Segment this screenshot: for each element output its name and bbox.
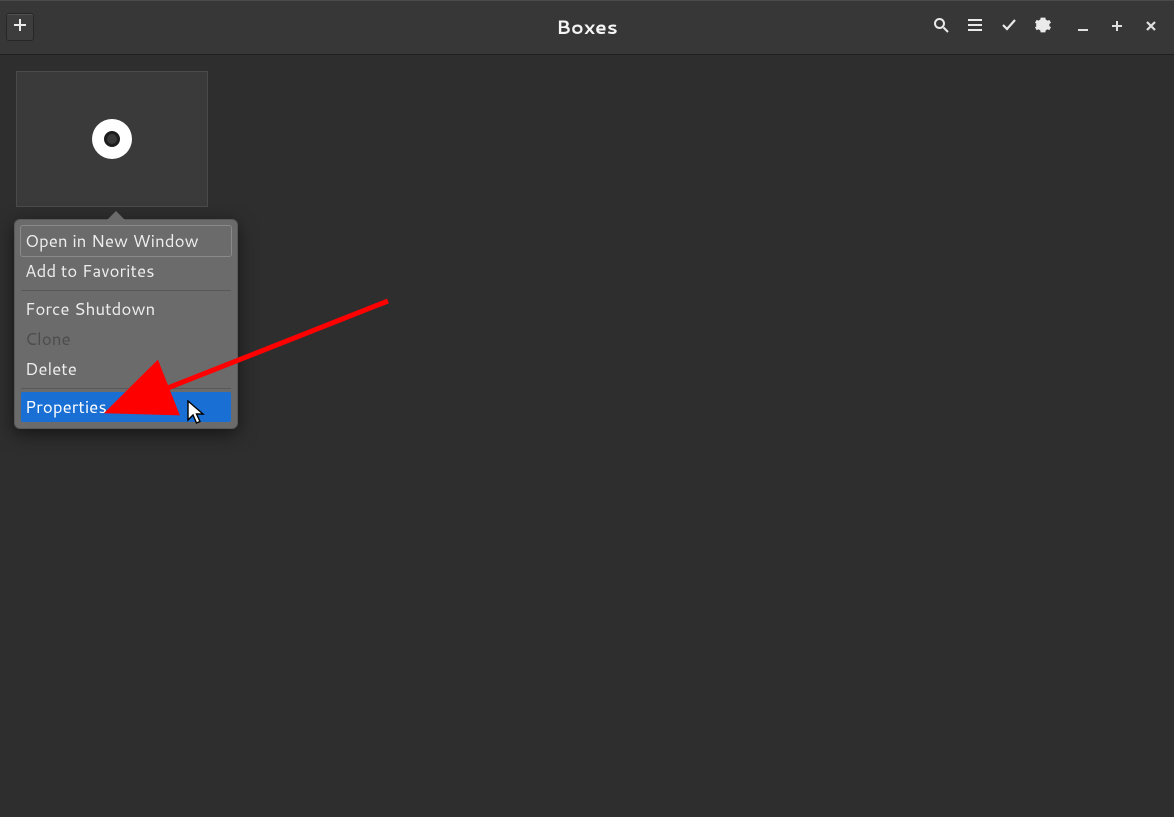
menu-separator — [21, 388, 231, 389]
minimize-button[interactable] — [1066, 10, 1100, 44]
header-left-group — [0, 13, 34, 41]
boxes-content-area: Open in New Window Add to Favorites Forc… — [0, 55, 1174, 817]
window-controls — [1066, 10, 1168, 44]
check-icon — [1001, 16, 1017, 39]
maximize-button[interactable] — [1100, 10, 1134, 44]
vm-thumbnail[interactable] — [16, 71, 208, 207]
minimize-icon — [1076, 16, 1090, 39]
header-right-group — [924, 10, 1174, 44]
close-icon — [1144, 16, 1158, 39]
menu-item-properties[interactable]: Properties — [21, 392, 231, 422]
menu-item-open-new-window[interactable]: Open in New Window — [21, 226, 231, 256]
maximize-icon — [1110, 16, 1124, 39]
menu-item-add-to-favorites[interactable]: Add to Favorites — [21, 256, 231, 286]
menu-item-delete[interactable]: Delete — [21, 354, 231, 384]
menu-icon — [967, 16, 983, 39]
close-button[interactable] — [1134, 10, 1168, 44]
menu-item-force-shutdown[interactable]: Force Shutdown — [21, 294, 231, 324]
list-view-button[interactable] — [958, 10, 992, 44]
context-menu: Open in New Window Add to Favorites Forc… — [14, 219, 238, 429]
settings-button[interactable] — [1026, 10, 1060, 44]
select-button[interactable] — [992, 10, 1026, 44]
plus-icon — [12, 16, 28, 39]
header-bar: Boxes — [0, 0, 1174, 55]
search-icon — [933, 16, 949, 39]
new-button[interactable] — [6, 13, 34, 41]
search-button[interactable] — [924, 10, 958, 44]
disc-icon — [92, 119, 132, 159]
gear-icon — [1035, 16, 1051, 39]
menu-separator — [21, 290, 231, 291]
menu-item-clone: Clone — [21, 324, 231, 354]
